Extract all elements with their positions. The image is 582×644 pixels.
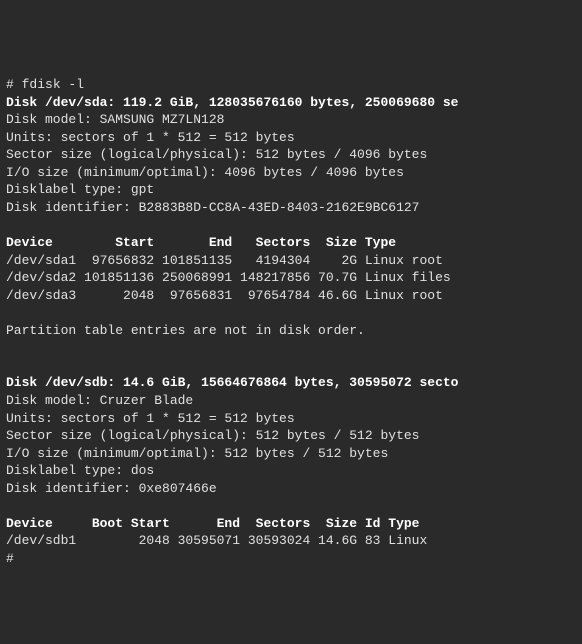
- prompt[interactable]: #: [6, 77, 22, 92]
- disk-label-type: Disklabel type: gpt: [6, 182, 154, 197]
- disk-identifier: Disk identifier: 0xe807466e: [6, 481, 217, 496]
- disk-units: Units: sectors of 1 * 512 = 512 bytes: [6, 411, 295, 426]
- disk-io-size: I/O size (minimum/optimal): 4096 bytes /…: [6, 165, 404, 180]
- partition-row: /dev/sda3 2048 97656831 97654784 46.6G L…: [6, 288, 443, 303]
- prompt[interactable]: #: [6, 551, 22, 566]
- disk-sector-size: Sector size (logical/physical): 512 byte…: [6, 147, 427, 162]
- partition-note: Partition table entries are not in disk …: [6, 323, 365, 338]
- disk-io-size: I/O size (minimum/optimal): 512 bytes / …: [6, 446, 388, 461]
- partition-row: /dev/sdb1 2048 30595071 30593024 14.6G 8…: [6, 533, 427, 548]
- command: fdisk -l: [22, 77, 84, 92]
- disk-units: Units: sectors of 1 * 512 = 512 bytes: [6, 130, 295, 145]
- partition-table-header: Device Boot Start End Sectors Size Id Ty…: [6, 516, 419, 531]
- partition-row: /dev/sda1 97656832 101851135 4194304 2G …: [6, 253, 443, 268]
- terminal-output: # fdisk -l Disk /dev/sda: 119.2 GiB, 128…: [6, 77, 458, 566]
- disk-identifier: Disk identifier: B2883B8D-CC8A-43ED-8403…: [6, 200, 419, 215]
- partition-row: /dev/sda2 101851136 250068991 148217856 …: [6, 270, 451, 285]
- disk-header-sdb: Disk /dev/sdb: 14.6 GiB, 15664676864 byt…: [6, 375, 458, 390]
- disk-label-type: Disklabel type: dos: [6, 463, 154, 478]
- disk-model: Disk model: SAMSUNG MZ7LN128: [6, 112, 224, 127]
- disk-sector-size: Sector size (logical/physical): 512 byte…: [6, 428, 419, 443]
- partition-table-header: Device Start End Sectors Size Type: [6, 235, 396, 250]
- disk-header-sda: Disk /dev/sda: 119.2 GiB, 128035676160 b…: [6, 95, 458, 110]
- disk-model: Disk model: Cruzer Blade: [6, 393, 193, 408]
